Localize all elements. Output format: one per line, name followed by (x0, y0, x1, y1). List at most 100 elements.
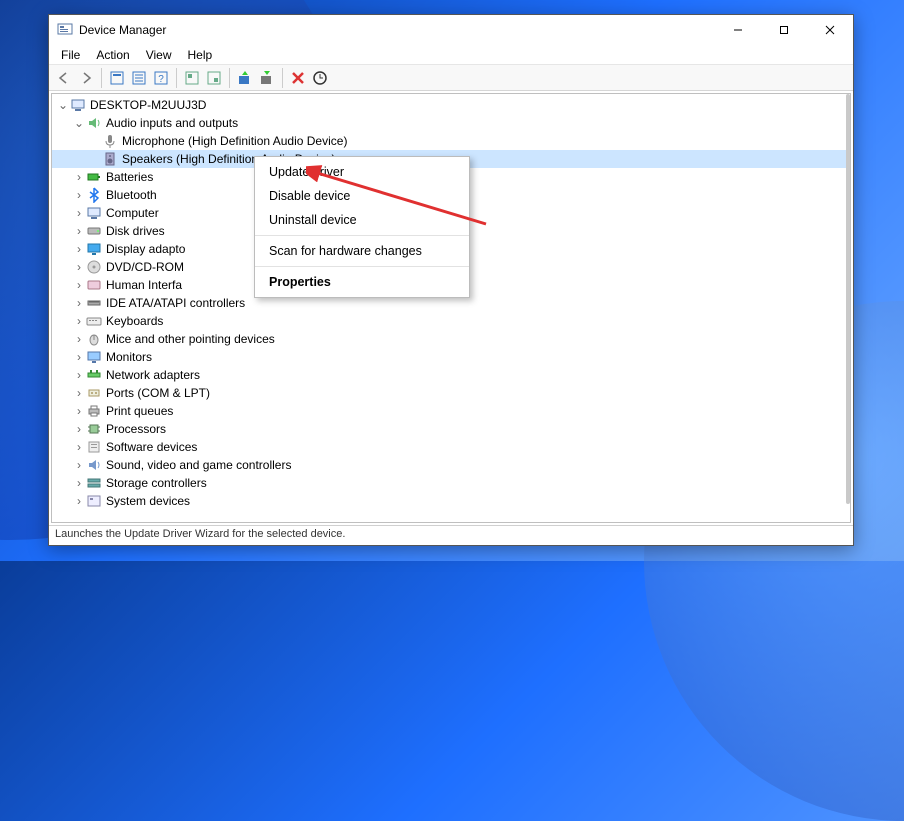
computer-icon (70, 97, 86, 113)
app-icon (57, 22, 73, 38)
expand-icon[interactable]: › (72, 330, 86, 348)
properties-button[interactable] (128, 67, 150, 89)
tree-category-print[interactable]: ›Print queues (52, 402, 846, 420)
expand-icon[interactable]: › (72, 402, 86, 420)
context-menu: Update driver Disable device Uninstall d… (254, 156, 470, 298)
disable-device-button[interactable] (256, 67, 278, 89)
storage-icon (86, 475, 102, 491)
expand-icon[interactable]: › (72, 366, 86, 384)
menu-separator (255, 235, 469, 236)
minimize-button[interactable] (715, 15, 761, 45)
titlebar[interactable]: Device Manager (49, 15, 853, 45)
menu-update-driver[interactable]: Update driver (255, 160, 469, 184)
status-bar: Launches the Update Driver Wizard for th… (49, 525, 853, 545)
collapse-icon[interactable]: ⌄ (56, 96, 70, 114)
status-text: Launches the Update Driver Wizard for th… (55, 528, 345, 540)
close-button[interactable] (807, 15, 853, 45)
menu-view[interactable]: View (138, 46, 180, 64)
tree-category-keyboards[interactable]: › Keyboards (52, 312, 846, 330)
display-icon (86, 241, 102, 257)
uninstall-device-button[interactable] (287, 67, 309, 89)
tree-category-software[interactable]: › Software devices (52, 438, 846, 456)
mouse-icon (86, 331, 102, 347)
tree-category-network[interactable]: ›Network adapters (52, 366, 846, 384)
tree-category-ports[interactable]: › Ports (COM & LPT) (52, 384, 846, 402)
hid-icon (86, 277, 102, 293)
scrollbar[interactable] (846, 94, 850, 504)
tree-label: Mice and other pointing devices (106, 330, 275, 348)
expand-icon[interactable]: › (72, 294, 86, 312)
monitor-icon (86, 349, 102, 365)
expand-icon[interactable]: › (72, 348, 86, 366)
maximize-button[interactable] (761, 15, 807, 45)
help-button[interactable]: ? (150, 67, 172, 89)
battery-icon (86, 169, 102, 185)
menu-properties[interactable]: Properties (255, 270, 469, 294)
expand-icon[interactable]: › (72, 186, 86, 204)
expand-icon[interactable]: › (72, 492, 86, 510)
expand-icon[interactable]: › (72, 222, 86, 240)
expand-icon[interactable]: › (72, 456, 86, 474)
update-driver-button[interactable] (234, 67, 256, 89)
software-icon (86, 439, 102, 455)
tree-category-sound[interactable]: ›Sound, video and game controllers (52, 456, 846, 474)
port-icon (86, 385, 102, 401)
expand-icon[interactable]: › (72, 384, 86, 402)
tree-category-storage[interactable]: ›Storage controllers (52, 474, 846, 492)
tree-label: Human Interfa (106, 276, 182, 294)
tree-category-audio[interactable]: ⌄ Audio inputs and outputs (52, 114, 846, 132)
tree-label: DESKTOP-M2UUJ3D (90, 96, 206, 114)
tree-label: Software devices (106, 438, 197, 456)
menu-disable-device[interactable]: Disable device (255, 184, 469, 208)
toolbar-separator (101, 68, 102, 88)
tree-category-mice[interactable]: › Mice and other pointing devices (52, 330, 846, 348)
expand-icon[interactable]: › (72, 438, 86, 456)
toolbar: ? (49, 65, 853, 91)
expand-icon[interactable]: › (72, 168, 86, 186)
tree-device-microphone[interactable]: Microphone (High Definition Audio Device… (52, 132, 846, 150)
sound-icon (86, 457, 102, 473)
menu-help[interactable]: Help (180, 46, 221, 64)
cpu-icon (86, 421, 102, 437)
disk-icon (86, 223, 102, 239)
toolbar-button[interactable] (181, 67, 203, 89)
expand-icon[interactable]: › (72, 474, 86, 492)
expand-icon[interactable]: › (72, 312, 86, 330)
tree-label: Ports (COM & LPT) (106, 384, 210, 402)
audio-icon (86, 115, 102, 131)
toolbar-button[interactable] (203, 67, 225, 89)
network-icon (86, 367, 102, 383)
window-title: Device Manager (79, 23, 166, 37)
back-button[interactable] (53, 67, 75, 89)
expand-icon[interactable]: › (72, 276, 86, 294)
tree-label: Monitors (106, 348, 152, 366)
tree-label: Microphone (High Definition Audio Device… (122, 132, 347, 150)
dvd-icon (86, 259, 102, 275)
expand-icon[interactable]: › (72, 204, 86, 222)
expand-icon[interactable]: › (72, 420, 86, 438)
menu-uninstall-device[interactable]: Uninstall device (255, 208, 469, 232)
system-icon (86, 493, 102, 509)
collapse-icon[interactable]: ⌄ (72, 114, 86, 132)
tree-category-processors[interactable]: ›Processors (52, 420, 846, 438)
menu-scan-hardware[interactable]: Scan for hardware changes (255, 239, 469, 263)
toolbar-separator (282, 68, 283, 88)
menu-file[interactable]: File (53, 46, 88, 64)
tree-root[interactable]: ⌄ DESKTOP-M2UUJ3D (52, 96, 846, 114)
expand-icon[interactable]: › (72, 258, 86, 276)
svg-text:?: ? (158, 74, 164, 85)
printer-icon (86, 403, 102, 419)
tree-category-monitors[interactable]: › Monitors (52, 348, 846, 366)
expand-icon[interactable]: › (72, 240, 86, 258)
menu-action[interactable]: Action (88, 46, 137, 64)
toolbar-separator (229, 68, 230, 88)
tree-label: Keyboards (106, 312, 163, 330)
tree-category-system[interactable]: ›System devices (52, 492, 846, 510)
show-all-button[interactable] (106, 67, 128, 89)
tree-label: Display adapto (106, 240, 185, 258)
tree-label: Disk drives (106, 222, 165, 240)
scan-hardware-button[interactable] (309, 67, 331, 89)
tree-label: Audio inputs and outputs (106, 114, 238, 132)
keyboard-icon (86, 313, 102, 329)
forward-button[interactable] (75, 67, 97, 89)
